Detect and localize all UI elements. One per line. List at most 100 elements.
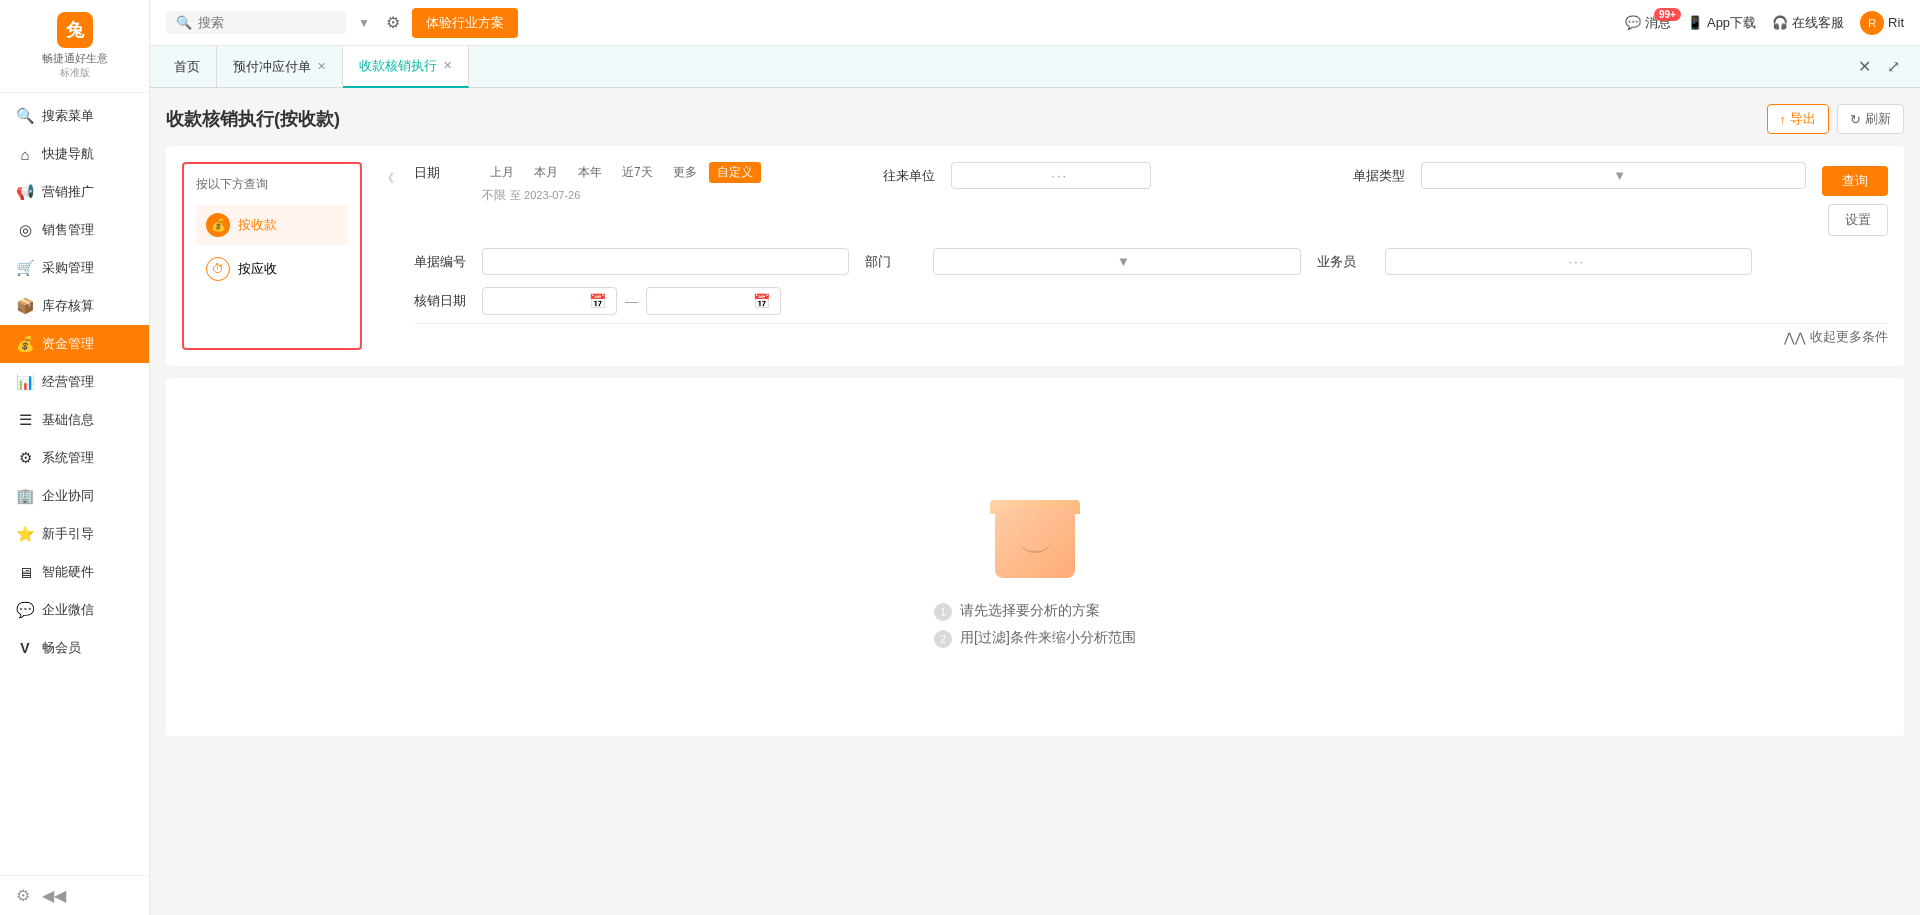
- sidebar-item-quick-nav[interactable]: ⌂ 快捷导航: [0, 135, 149, 173]
- header-search-wrap[interactable]: 🔍: [166, 11, 346, 34]
- sidebar-item-guide[interactable]: ⭐ 新手引导: [0, 515, 149, 553]
- sidebar-item-label: 营销推广: [42, 183, 94, 201]
- calendar-start-icon[interactable]: 📅: [589, 293, 606, 309]
- hint-item-1: 1 请先选择要分析的方案: [934, 602, 1136, 621]
- tab-home-label: 首页: [174, 58, 200, 76]
- offset-date-start-wrap[interactable]: 2023-03-01 📅: [482, 287, 617, 315]
- offset-date-start-input[interactable]: 2023-03-01: [493, 294, 583, 309]
- counterpart-dots-icon[interactable]: ···: [1051, 168, 1140, 183]
- tab-close-prepay-icon[interactable]: ✕: [317, 60, 326, 73]
- app-download-button[interactable]: 📱 App下载: [1687, 14, 1756, 32]
- tab-collect-offset[interactable]: 收款核销执行 ✕: [343, 46, 469, 88]
- sidebar-item-label: 经营管理: [42, 373, 94, 391]
- finance-icon: 💰: [16, 335, 34, 353]
- sidebar-item-enterprise[interactable]: 🏢 企业协同: [0, 477, 149, 515]
- date-btn-more[interactable]: 更多: [665, 162, 705, 183]
- staff-select[interactable]: ···: [1385, 248, 1752, 275]
- sidebar-item-finance[interactable]: 💰 资金管理: [0, 325, 149, 363]
- tab-home[interactable]: 首页: [158, 46, 217, 88]
- date-custom-badge[interactable]: 自定义: [709, 162, 761, 183]
- date-btn-last-month[interactable]: 上月: [482, 162, 522, 183]
- purchase-icon: 🛒: [16, 259, 34, 277]
- offset-date-range: 2023-03-01 📅 — 2023-07-21 📅: [482, 287, 781, 315]
- tab-close-collect-icon[interactable]: ✕: [443, 59, 452, 72]
- sidebar-item-label: 快捷导航: [42, 145, 94, 163]
- settings-icon[interactable]: ⚙: [16, 886, 30, 905]
- doc-no-label: 单据编号: [414, 253, 474, 271]
- tab-close-all-icon[interactable]: ✕: [1854, 53, 1875, 80]
- solution-button[interactable]: 体验行业方案: [412, 8, 518, 38]
- box-body: [995, 508, 1075, 578]
- sidebar-item-marketing[interactable]: 📢 营销推广: [0, 173, 149, 211]
- calendar-end-icon[interactable]: 📅: [753, 293, 770, 309]
- search-input[interactable]: [198, 15, 318, 30]
- sidebar-item-label: 采购管理: [42, 259, 94, 277]
- hint-text-2: 用[过滤]条件来缩小分析范围: [960, 629, 1136, 647]
- tab-prepay-label: 预付冲应付单: [233, 58, 311, 76]
- hint-num-1: 1: [934, 603, 952, 621]
- user-profile-button[interactable]: R Rit: [1860, 11, 1904, 35]
- sidebar-footer: ⚙ ◀◀: [0, 875, 149, 915]
- sidebar-item-search[interactable]: 🔍 搜索菜单: [0, 97, 149, 135]
- query-selector-title: 按以下方查询: [196, 176, 348, 193]
- home-icon: ⌂: [16, 146, 34, 163]
- sidebar-item-inventory[interactable]: 📦 库存核算: [0, 287, 149, 325]
- collapse-more-btn[interactable]: ⋀⋀ 收起更多条件: [414, 323, 1888, 350]
- message-button[interactable]: 💬 消息 99+: [1625, 14, 1671, 32]
- refresh-icon: ↻: [1850, 112, 1861, 127]
- collapse-more-label: 收起更多条件: [1810, 328, 1888, 346]
- hardware-icon: 🖥: [16, 564, 34, 581]
- date-btn-7days[interactable]: 近7天: [614, 162, 661, 183]
- sidebar-item-label: 基础信息: [42, 411, 94, 429]
- sidebar-item-purchase[interactable]: 🛒 采购管理: [0, 249, 149, 287]
- header-gear-icon[interactable]: ⚙: [386, 13, 400, 32]
- receivable-option-icon: ⏱: [206, 257, 230, 281]
- enterprise-icon: 🏢: [16, 487, 34, 505]
- refresh-button[interactable]: ↻ 刷新: [1837, 104, 1904, 134]
- sidebar-item-basic[interactable]: ☰ 基础信息: [0, 401, 149, 439]
- sidebar-item-system[interactable]: ⚙ 系统管理: [0, 439, 149, 477]
- inventory-icon: 📦: [16, 297, 34, 315]
- date-btn-this-year[interactable]: 本年: [570, 162, 610, 183]
- sidebar-item-business[interactable]: 📊 经营管理: [0, 363, 149, 401]
- query-option-by-receivable[interactable]: ⏱ 按应收: [196, 249, 348, 289]
- online-service-button[interactable]: 🎧 在线客服: [1772, 14, 1844, 32]
- sidebar-item-wechat[interactable]: 💬 企业微信: [0, 591, 149, 629]
- top-header: 🔍 ▼ ⚙ 体验行业方案 💬 消息 99+ 📱 App下载 🎧 在线客服 R R…: [150, 0, 1920, 46]
- logo-text: 畅捷通好生意: [42, 51, 108, 66]
- tab-prepay-offset[interactable]: 预付冲应付单 ✕: [217, 46, 343, 88]
- box-face: [1020, 533, 1050, 553]
- offset-date-end-wrap[interactable]: 2023-07-21 📅: [646, 287, 781, 315]
- doc-type-select[interactable]: ▼: [1421, 162, 1806, 189]
- settings-button[interactable]: 设置: [1828, 204, 1888, 236]
- basic-icon: ☰: [16, 411, 34, 429]
- counterpart-label: 往来单位: [883, 167, 943, 185]
- page-content: 收款核销执行(按收款) ↑ 导出 ↻ 刷新 按以下方查询 💰 按收款: [150, 88, 1920, 915]
- export-button[interactable]: ↑ 导出: [1767, 104, 1830, 134]
- query-option-by-collect[interactable]: 💰 按收款: [196, 205, 348, 245]
- staff-dots-icon[interactable]: ···: [1568, 254, 1741, 269]
- collect-option-label: 按收款: [238, 216, 277, 234]
- chevron-up-icon: ⋀⋀: [1784, 330, 1806, 345]
- doc-no-input[interactable]: [482, 248, 849, 275]
- receivable-option-label: 按应收: [238, 260, 277, 278]
- sidebar-item-sales[interactable]: ◎ 销售管理: [0, 211, 149, 249]
- sidebar-item-hardware[interactable]: 🖥 智能硬件: [0, 553, 149, 591]
- collapse-sidebar-btn[interactable]: 《: [378, 170, 398, 187]
- dept-select[interactable]: ▼: [933, 248, 1300, 275]
- offset-date-end-input[interactable]: 2023-07-21: [657, 294, 747, 309]
- date-btn-this-month[interactable]: 本月: [526, 162, 566, 183]
- search-icon: 🔍: [16, 107, 34, 125]
- message-icon: 💬: [1625, 15, 1641, 30]
- query-button[interactable]: 查询: [1822, 166, 1888, 196]
- tab-expand-icon[interactable]: ⤢: [1883, 53, 1904, 80]
- sidebar-item-vip[interactable]: V 畅会员: [0, 629, 149, 667]
- counterpart-select[interactable]: ···: [951, 162, 1151, 189]
- main-content: 🔍 ▼ ⚙ 体验行业方案 💬 消息 99+ 📱 App下载 🎧 在线客服 R R…: [150, 0, 1920, 915]
- export-label: 导出: [1790, 110, 1816, 128]
- dropdown-arrow-icon[interactable]: ▼: [358, 16, 370, 30]
- logo-version: 标准版: [60, 66, 90, 80]
- headset-icon: 🎧: [1772, 15, 1788, 30]
- sidebar-item-label: 智能硬件: [42, 563, 94, 581]
- sidebar-collapse-icon[interactable]: ◀◀: [42, 886, 66, 905]
